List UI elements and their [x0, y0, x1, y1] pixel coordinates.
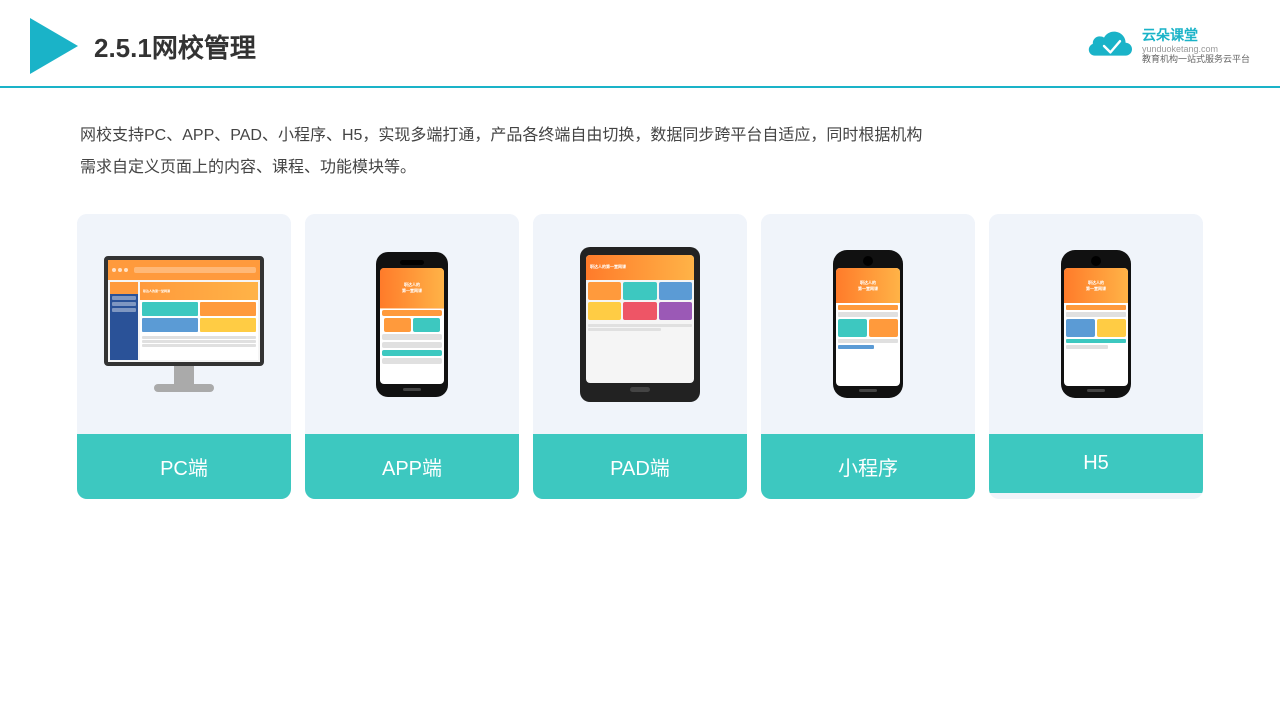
logo-tagline: 教育机构一站式服务云平台 [1142, 54, 1250, 65]
card-pad-image: 职达人的第一堂网课 [533, 214, 747, 434]
header-left: 2.5.1网校管理 [30, 18, 256, 74]
card-app: 职达人的第一堂网课 AP [305, 214, 519, 499]
page-header: 2.5.1网校管理 云朵课堂 yunduoketang.com 教育机构一站式服… [0, 0, 1280, 88]
miniprogram-phone-icon: 职达人的第一堂网课 [833, 250, 903, 398]
cloud-logo: 云朵课堂 yunduoketang.com 教育机构一站式服务云平台 [1088, 27, 1250, 65]
logo-brand-name: 云朵课堂 [1142, 27, 1250, 44]
logo-domain: yunduoketang.com [1142, 44, 1250, 55]
card-miniprogram-label: 小程序 [761, 434, 975, 499]
card-pc-label: PC端 [77, 434, 291, 499]
card-miniprogram: 职达人的第一堂网课 小程序 [761, 214, 975, 499]
brand-triangle-icon [30, 18, 78, 74]
description-line2: 需求自定义页面上的内容、课程、功能模块等。 [80, 152, 1200, 184]
card-pc: 职达人的第一堂网课 [77, 214, 291, 499]
card-app-label: APP端 [305, 434, 519, 499]
header-right: 云朵课堂 yunduoketang.com 教育机构一站式服务云平台 [1088, 27, 1250, 65]
card-pad: 职达人的第一堂网课 [533, 214, 747, 499]
description-line1: 网校支持PC、APP、PAD、小程序、H5，实现多端打通，产品各终端自由切换，数… [80, 120, 1200, 152]
platform-cards-container: 职达人的第一堂网课 [0, 184, 1280, 499]
pad-tablet-icon: 职达人的第一堂网课 [580, 247, 700, 402]
card-pad-label: PAD端 [533, 434, 747, 499]
h5-phone-icon: 职达人的第一堂网课 [1061, 250, 1131, 398]
pc-monitor-icon: 职达人的第一堂网课 [104, 256, 264, 392]
logo-text-block: 云朵课堂 yunduoketang.com 教育机构一站式服务云平台 [1142, 27, 1250, 65]
card-h5-image: 职达人的第一堂网课 [989, 214, 1203, 434]
page-title: 2.5.1网校管理 [94, 28, 256, 65]
card-h5-label: H5 [989, 434, 1203, 493]
card-h5: 职达人的第一堂网课 H5 [989, 214, 1203, 499]
description-block: 网校支持PC、APP、PAD、小程序、H5，实现多端打通，产品各终端自由切换，数… [0, 88, 1280, 184]
card-miniprogram-image: 职达人的第一堂网课 [761, 214, 975, 434]
cloud-icon [1088, 28, 1136, 64]
app-phone-icon: 职达人的第一堂网课 [376, 252, 448, 397]
card-app-image: 职达人的第一堂网课 [305, 214, 519, 434]
card-pc-image: 职达人的第一堂网课 [77, 214, 291, 434]
